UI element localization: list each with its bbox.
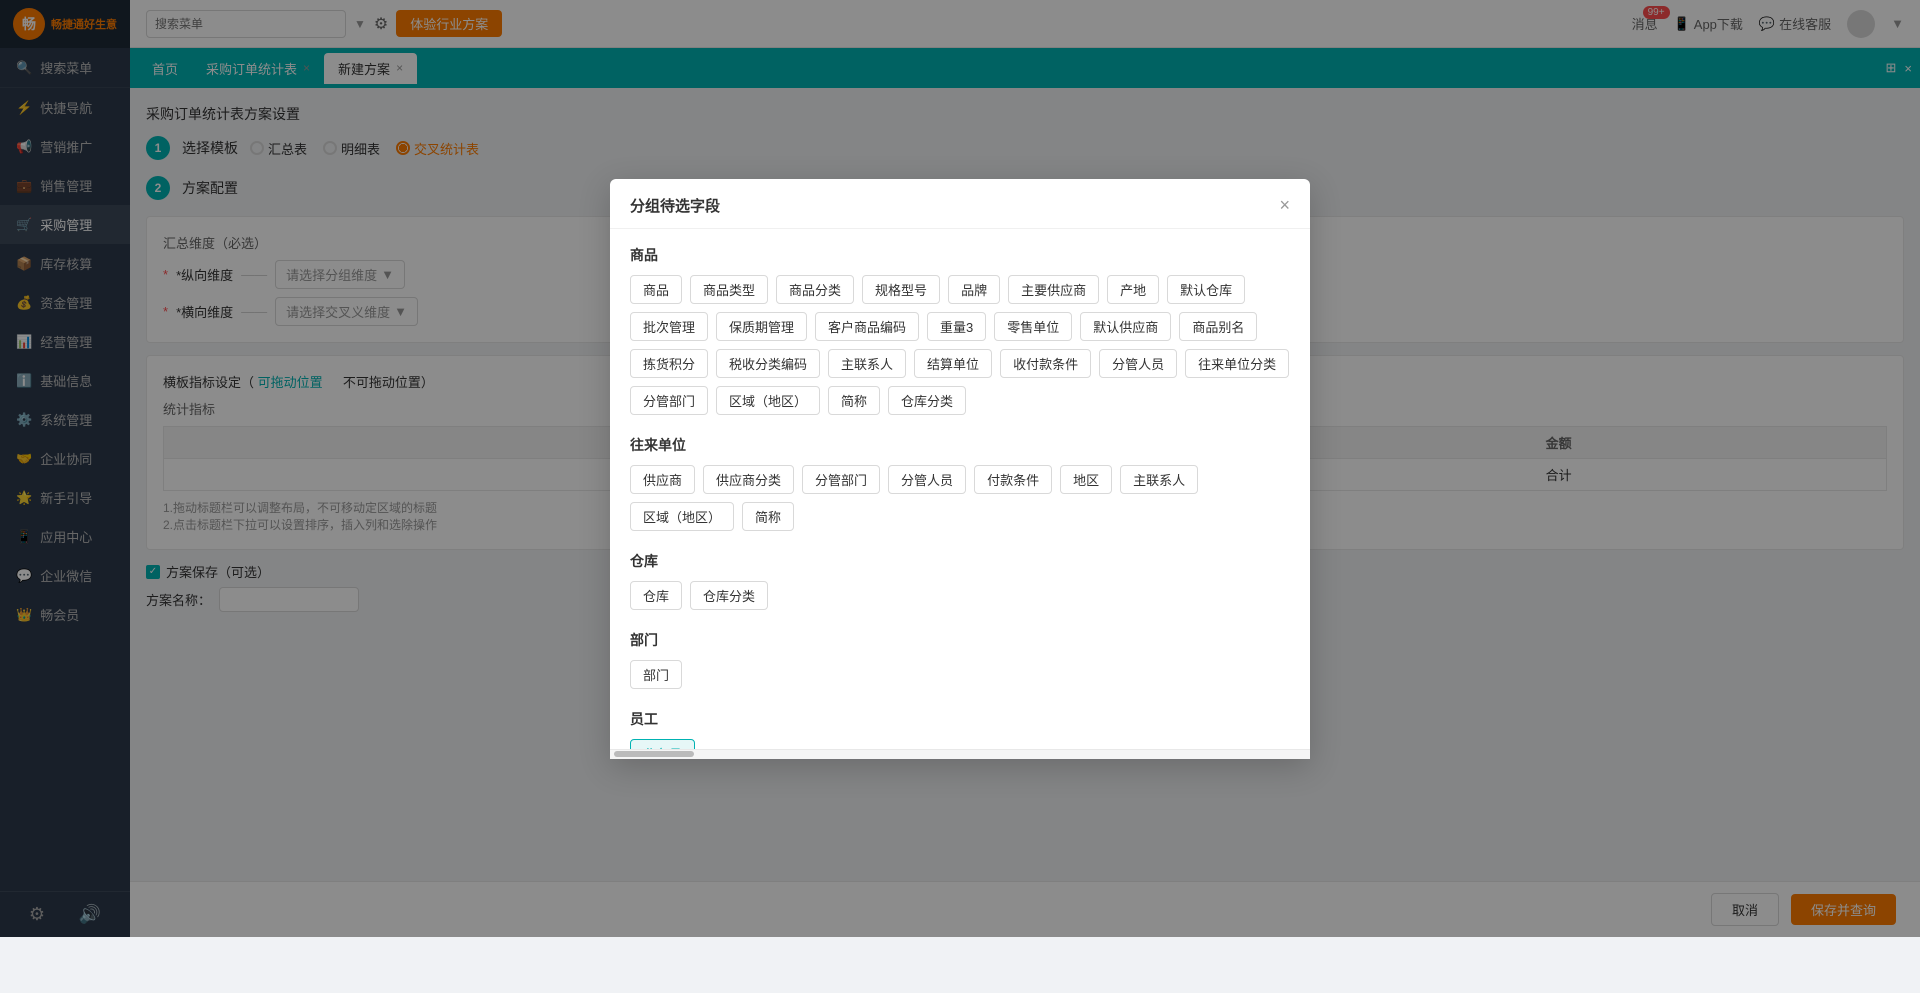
- section-employee: 员工 业务员: [630, 709, 1290, 750]
- field-tag[interactable]: 客户商品编码: [815, 312, 919, 341]
- field-tag[interactable]: 地区: [1060, 465, 1112, 494]
- field-tag[interactable]: 重量3: [927, 312, 986, 341]
- modal-dialog: 分组待选字段 × 商品 商品 商品类型 商品分类 规格型号 品牌 主要供应商 产…: [610, 179, 1310, 759]
- section-employee-title: 员工: [630, 709, 1290, 729]
- field-tag[interactable]: 供应商: [630, 465, 695, 494]
- field-tag[interactable]: 收付款条件: [1000, 349, 1091, 378]
- field-tag[interactable]: 品牌: [948, 275, 1000, 304]
- field-tag[interactable]: 仓库: [630, 581, 682, 610]
- field-tag-selected[interactable]: 业务员: [630, 739, 695, 750]
- modal-close-button[interactable]: ×: [1279, 195, 1290, 216]
- field-tag[interactable]: 批次管理: [630, 312, 708, 341]
- section-department: 部门 部门: [630, 630, 1290, 689]
- employee-tags: 业务员: [630, 739, 1290, 750]
- warehouse-tags: 仓库 仓库分类: [630, 581, 1290, 610]
- section-warehouse: 仓库 仓库 仓库分类: [630, 551, 1290, 610]
- field-tag[interactable]: 分管部门: [630, 386, 708, 415]
- section-counterparty-title: 往来单位: [630, 435, 1290, 455]
- field-tag[interactable]: 部门: [630, 660, 682, 689]
- field-tag[interactable]: 主联系人: [828, 349, 906, 378]
- field-tag[interactable]: 分管部门: [802, 465, 880, 494]
- field-tag[interactable]: 简称: [828, 386, 880, 415]
- field-tag[interactable]: 供应商分类: [703, 465, 794, 494]
- field-tag[interactable]: 简称: [742, 502, 794, 531]
- field-tag[interactable]: 分管人员: [1099, 349, 1177, 378]
- field-tag[interactable]: 区域（地区）: [716, 386, 820, 415]
- product-tags: 商品 商品类型 商品分类 规格型号 品牌 主要供应商 产地 默认仓库 批次管理 …: [630, 275, 1290, 415]
- modal-hscrollbar[interactable]: [610, 749, 1310, 758]
- department-tags: 部门: [630, 660, 1290, 689]
- modal-title: 分组待选字段: [630, 195, 720, 216]
- field-tag[interactable]: 主联系人: [1120, 465, 1198, 494]
- field-tag[interactable]: 商品别名: [1179, 312, 1257, 341]
- modal-header: 分组待选字段 ×: [610, 179, 1310, 229]
- scroll-thumb: [614, 751, 694, 757]
- field-tag[interactable]: 规格型号: [862, 275, 940, 304]
- section-counterparty: 往来单位 供应商 供应商分类 分管部门 分管人员 付款条件 地区 主联系人 区域…: [630, 435, 1290, 531]
- counterparty-tags: 供应商 供应商分类 分管部门 分管人员 付款条件 地区 主联系人 区域（地区） …: [630, 465, 1290, 531]
- field-tag[interactable]: 商品分类: [776, 275, 854, 304]
- field-tag[interactable]: 主要供应商: [1008, 275, 1099, 304]
- modal-body: 商品 商品 商品类型 商品分类 规格型号 品牌 主要供应商 产地 默认仓库 批次…: [610, 229, 1310, 750]
- field-tag[interactable]: 默认供应商: [1080, 312, 1171, 341]
- field-tag[interactable]: 商品类型: [690, 275, 768, 304]
- section-product-title: 商品: [630, 245, 1290, 265]
- field-tag[interactable]: 默认仓库: [1167, 275, 1245, 304]
- field-tag[interactable]: 拣货积分: [630, 349, 708, 378]
- field-tag[interactable]: 零售单位: [994, 312, 1072, 341]
- field-tag[interactable]: 付款条件: [974, 465, 1052, 494]
- field-tag[interactable]: 区域（地区）: [630, 502, 734, 531]
- field-tag[interactable]: 分管人员: [888, 465, 966, 494]
- section-warehouse-title: 仓库: [630, 551, 1290, 571]
- field-tag[interactable]: 产地: [1107, 275, 1159, 304]
- section-department-title: 部门: [630, 630, 1290, 650]
- section-product: 商品 商品 商品类型 商品分类 规格型号 品牌 主要供应商 产地 默认仓库 批次…: [630, 245, 1290, 415]
- field-tag[interactable]: 结算单位: [914, 349, 992, 378]
- field-tag[interactable]: 仓库分类: [888, 386, 966, 415]
- field-tag[interactable]: 税收分类编码: [716, 349, 820, 378]
- field-tag[interactable]: 往来单位分类: [1185, 349, 1289, 378]
- field-tag[interactable]: 仓库分类: [690, 581, 768, 610]
- field-tag[interactable]: 商品: [630, 275, 682, 304]
- field-tag[interactable]: 保质期管理: [716, 312, 807, 341]
